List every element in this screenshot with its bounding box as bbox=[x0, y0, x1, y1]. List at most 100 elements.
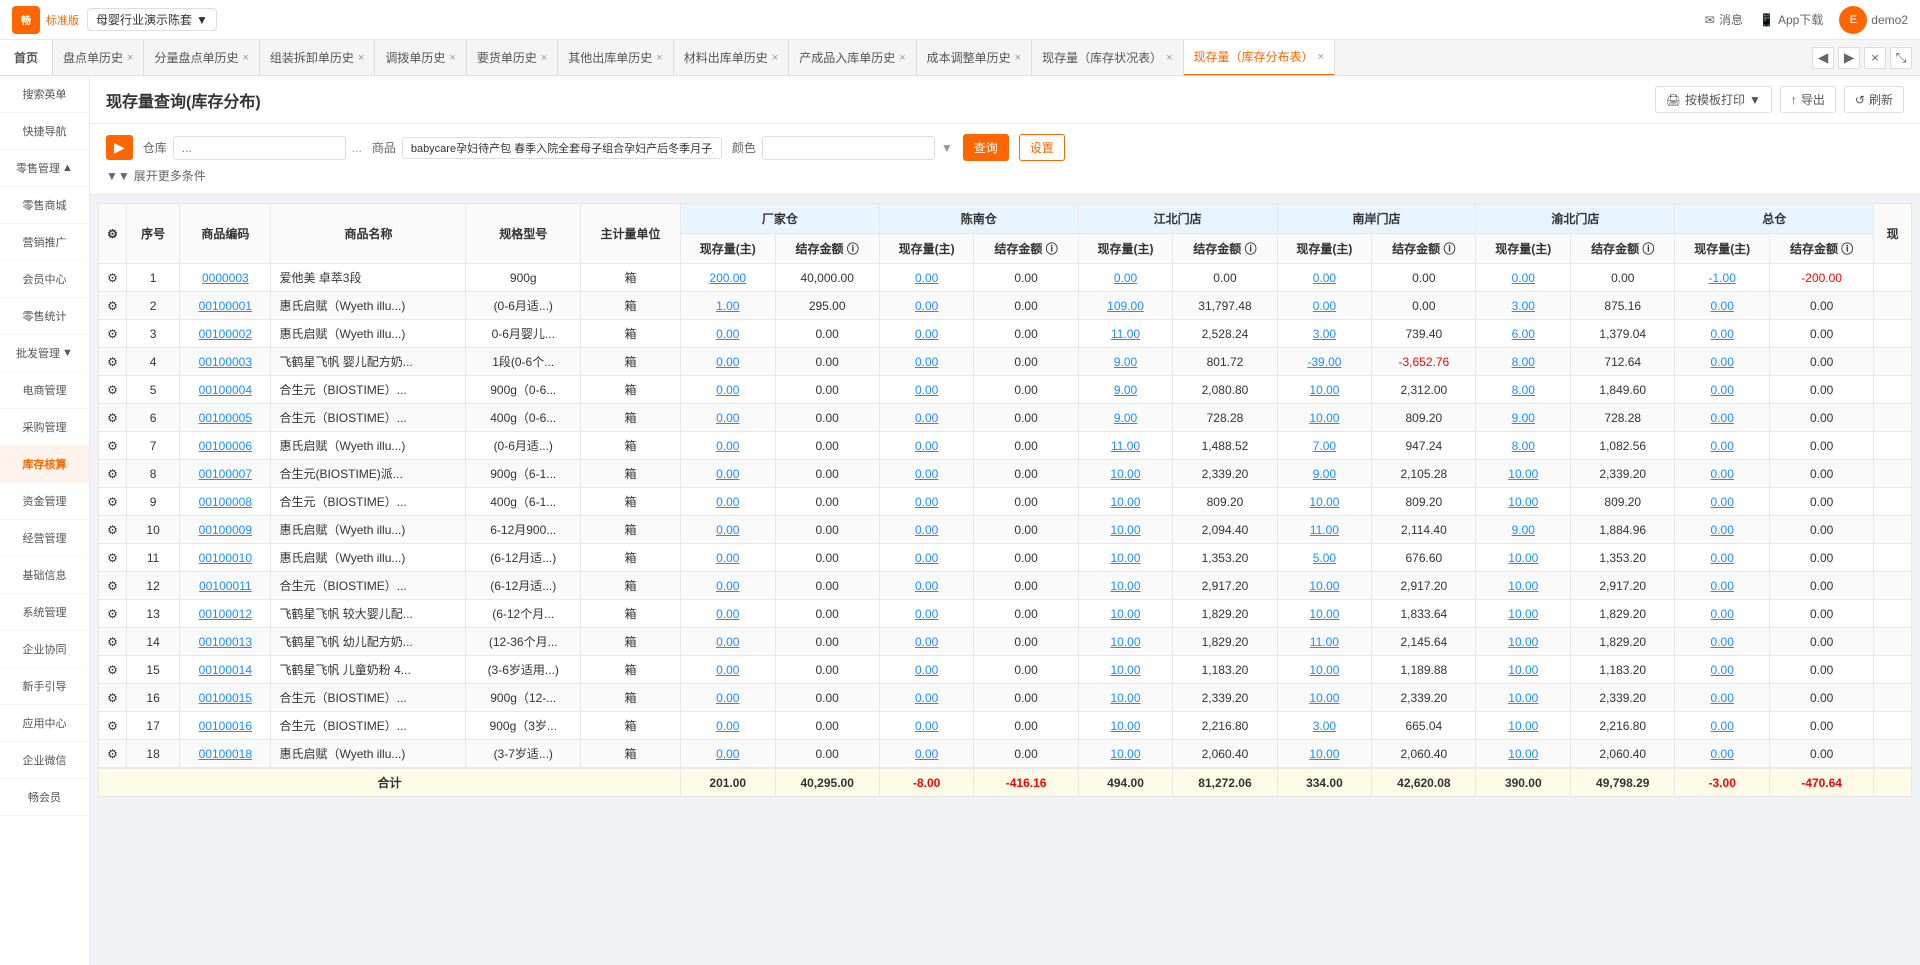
tab-close-inventory[interactable]: × bbox=[127, 52, 133, 64]
row-na-bal: 665.04 bbox=[1372, 712, 1476, 740]
row-gear[interactable]: ⚙ bbox=[99, 628, 127, 656]
row-settings-icon: ⚙ bbox=[107, 271, 118, 285]
row-t-bal: 0.00 bbox=[1770, 460, 1874, 488]
row-gear[interactable]: ⚙ bbox=[99, 264, 127, 292]
tab-prev-btn[interactable]: ◀ bbox=[1812, 47, 1834, 69]
page-actions: 🖨 按模板打印 ▼ ↑ 导出 ↺ 刷新 bbox=[1655, 86, 1904, 113]
warehouse-input[interactable] bbox=[173, 136, 346, 160]
row-na-stock: 10.00 bbox=[1277, 488, 1372, 516]
tab-close-partial[interactable]: × bbox=[242, 52, 248, 64]
row-gear[interactable]: ⚙ bbox=[99, 684, 127, 712]
row-gear[interactable]: ⚙ bbox=[99, 488, 127, 516]
app-download-btn[interactable]: 📱 App下载 bbox=[1759, 11, 1823, 28]
tab-close-all-btn[interactable]: × bbox=[1864, 47, 1886, 69]
row-spec: (12-36个月... bbox=[466, 628, 581, 656]
row-jb-stock: 10.00 bbox=[1078, 460, 1173, 488]
footer-jb-bal: 81,272.06 bbox=[1173, 768, 1277, 797]
tab-expand-btn[interactable]: ⤡ bbox=[1890, 47, 1912, 69]
settings-btn[interactable]: 设置 bbox=[1019, 134, 1065, 161]
tab-close-combo[interactable]: × bbox=[358, 52, 364, 64]
row-gear[interactable]: ⚙ bbox=[99, 348, 127, 376]
sidebar-item-system[interactable]: 系统管理 bbox=[0, 594, 89, 631]
tab-home[interactable]: 首页 bbox=[0, 40, 53, 76]
sidebar-item-guide[interactable]: 新手引导 bbox=[0, 668, 89, 705]
sidebar-item-finance[interactable]: 资金管理 bbox=[0, 483, 89, 520]
print-btn[interactable]: 🖨 按模板打印 ▼ bbox=[1655, 86, 1772, 113]
tab-order[interactable]: 要货单历史 × bbox=[467, 40, 558, 76]
filter-collapse-btn[interactable]: ▶ bbox=[106, 135, 133, 160]
goods-input[interactable] bbox=[402, 137, 722, 159]
expand-more-btn[interactable]: ▼▼ 展开更多条件 bbox=[106, 167, 1904, 184]
user-avatar[interactable]: E demo2 bbox=[1839, 6, 1908, 34]
row-gear[interactable]: ⚙ bbox=[99, 432, 127, 460]
row-na-stock: 10.00 bbox=[1277, 600, 1372, 628]
tab-close-material[interactable]: × bbox=[772, 52, 778, 64]
sidebar-item-vip[interactable]: 畅会员 bbox=[0, 779, 89, 816]
row-jb-bal: 1,353.20 bbox=[1173, 544, 1277, 572]
row-cn-bal: 0.00 bbox=[974, 376, 1078, 404]
sidebar-item-appstore[interactable]: 应用中心 bbox=[0, 705, 89, 742]
sidebar-item-stock[interactable]: 库存核算 bbox=[0, 446, 89, 483]
org-selector[interactable]: 母婴行业演示陈套 ▼ bbox=[87, 8, 217, 31]
row-t-stock: 0.00 bbox=[1675, 572, 1770, 600]
row-gear[interactable]: ⚙ bbox=[99, 404, 127, 432]
sidebar-item-member[interactable]: 会员中心 bbox=[0, 261, 89, 298]
row-gear[interactable]: ⚙ bbox=[99, 600, 127, 628]
tab-close-other[interactable]: × bbox=[656, 52, 662, 64]
sidebar-item-basic[interactable]: 基础信息 bbox=[0, 557, 89, 594]
tab-next-btn[interactable]: ▶ bbox=[1838, 47, 1860, 69]
row-na-stock: 10.00 bbox=[1277, 684, 1372, 712]
sidebar-item-nav[interactable]: 快捷导航 bbox=[0, 113, 89, 150]
tab-close-dist[interactable]: × bbox=[1318, 51, 1324, 63]
row-gear[interactable]: ⚙ bbox=[99, 376, 127, 404]
tab-close-transfer[interactable]: × bbox=[449, 52, 455, 64]
row-settings-icon: ⚙ bbox=[107, 439, 118, 453]
message-btn[interactable]: ✉ 消息 bbox=[1705, 11, 1743, 28]
tab-other-out[interactable]: 其他出库单历史 × bbox=[558, 40, 673, 76]
row-gear[interactable]: ⚙ bbox=[99, 740, 127, 769]
sidebar-item-retail-mgmt[interactable]: 零售管理 ▲ bbox=[0, 150, 89, 187]
query-btn[interactable]: 查询 bbox=[963, 134, 1009, 161]
sidebar-item-operation[interactable]: 经营管理 bbox=[0, 520, 89, 557]
gear-icon[interactable]: ⚙ bbox=[107, 227, 118, 241]
row-gear[interactable]: ⚙ bbox=[99, 544, 127, 572]
row-na-stock: 0.00 bbox=[1277, 264, 1372, 292]
sidebar-item-wholesale[interactable]: 批发管理 ▼ bbox=[0, 335, 89, 372]
sidebar-item-ecommerce[interactable]: 电商管理 bbox=[0, 372, 89, 409]
tab-cost[interactable]: 成本调整单历史 × bbox=[917, 40, 1032, 76]
row-gear[interactable]: ⚙ bbox=[99, 460, 127, 488]
row-gear[interactable]: ⚙ bbox=[99, 292, 127, 320]
tab-close-status[interactable]: × bbox=[1166, 52, 1172, 64]
tab-combo[interactable]: 组装拆卸单历史 × bbox=[260, 40, 375, 76]
t-bal-header: 结存金额 ⓘ bbox=[1770, 234, 1874, 264]
sidebar-item-search[interactable]: 搜索英单 bbox=[0, 76, 89, 113]
tab-product-in[interactable]: 产成品入库单历史 × bbox=[789, 40, 916, 76]
row-gear[interactable]: ⚙ bbox=[99, 712, 127, 740]
sidebar-item-wecom[interactable]: 企业微信 bbox=[0, 742, 89, 779]
tab-material[interactable]: 材料出库单历史 × bbox=[674, 40, 789, 76]
color-input[interactable] bbox=[762, 136, 935, 160]
tab-close-product[interactable]: × bbox=[899, 52, 905, 64]
tab-inventory-count[interactable]: 盘点单历史 × bbox=[53, 40, 144, 76]
tab-stock-status[interactable]: 现存量（库存状况表） × bbox=[1032, 40, 1183, 76]
row-jb-bal: 1,829.20 bbox=[1173, 600, 1277, 628]
tab-transfer[interactable]: 调拨单历史 × bbox=[375, 40, 466, 76]
row-gear[interactable]: ⚙ bbox=[99, 320, 127, 348]
tab-stock-dist[interactable]: 现存量（库存分布表） × bbox=[1184, 40, 1335, 76]
tab-partial-count[interactable]: 分量盘点单历史 × bbox=[144, 40, 259, 76]
row-current bbox=[1874, 432, 1912, 460]
row-gear[interactable]: ⚙ bbox=[99, 656, 127, 684]
row-gear[interactable]: ⚙ bbox=[99, 516, 127, 544]
refresh-btn[interactable]: ↺ 刷新 bbox=[1844, 86, 1904, 113]
sidebar-item-retail-shop[interactable]: 零售商城 bbox=[0, 187, 89, 224]
export-btn[interactable]: ↑ 导出 bbox=[1780, 86, 1836, 113]
tab-close-cost[interactable]: × bbox=[1015, 52, 1021, 64]
row-na-stock: 9.00 bbox=[1277, 460, 1372, 488]
sidebar-item-purchase[interactable]: 采购管理 bbox=[0, 409, 89, 446]
tab-close-order[interactable]: × bbox=[541, 52, 547, 64]
sidebar-item-retail-stats[interactable]: 零售统计 bbox=[0, 298, 89, 335]
sidebar-item-collab[interactable]: 企业协同 bbox=[0, 631, 89, 668]
sidebar-item-marketing[interactable]: 营销推广 bbox=[0, 224, 89, 261]
row-unit: 箱 bbox=[581, 712, 681, 740]
row-gear[interactable]: ⚙ bbox=[99, 572, 127, 600]
